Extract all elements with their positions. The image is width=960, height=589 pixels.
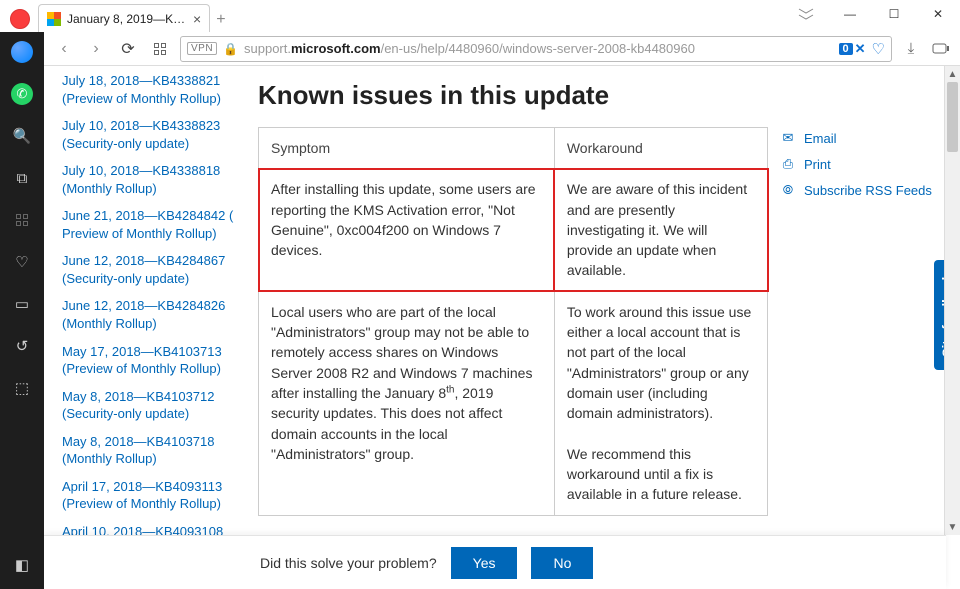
speeddial-icon[interactable] — [8, 206, 36, 234]
col-workaround: Workaround — [554, 128, 767, 169]
microsoft-favicon — [47, 12, 61, 26]
page-heading: Known issues in this update — [258, 80, 946, 111]
tab-title: January 8, 2019—KB4480960 — [67, 12, 187, 26]
reload-button[interactable]: ⟳ — [116, 37, 140, 61]
window-minimize-button[interactable]: ― — [828, 0, 872, 28]
prompt-text: Did this solve your problem? — [260, 555, 437, 571]
sidebar-link[interactable]: July 10, 2018—KB4338818 (Monthly Rollup) — [62, 162, 234, 197]
whatsapp-icon[interactable]: ✆ — [8, 80, 36, 108]
easy-setup-icon[interactable] — [784, 0, 828, 28]
opera-logo[interactable] — [10, 9, 30, 29]
nav-back-button[interactable]: ‹ — [52, 37, 76, 61]
email-icon: ✉ — [780, 130, 796, 146]
article-main: Known issues in this update Symptom Work… — [244, 66, 960, 589]
feedback-prompt-bar: Did this solve your problem? Yes No — [44, 535, 946, 589]
url-text: support.microsoft.com/en-us/help/4480960… — [244, 41, 833, 56]
scroll-up-arrow[interactable]: ▲ — [945, 66, 960, 82]
cell-symptom: Local users who are part of the local "A… — [259, 291, 555, 515]
downloads-icon[interactable]: ⤓ — [900, 38, 922, 60]
print-icon: ⎙ — [780, 156, 796, 172]
window-maximize-button[interactable]: ☐ — [872, 0, 916, 28]
rss-icon: ⦾ — [780, 182, 796, 198]
sidebar-toggle-icon[interactable]: ◧ — [8, 551, 36, 579]
extensions-icon[interactable]: ⬚ — [8, 374, 36, 402]
opera-sidebar: ✆ 🔍 ⧉ ♡ ▭ ↺ ⬚ ◧ — [0, 32, 44, 589]
scroll-down-arrow[interactable]: ▼ — [945, 519, 960, 535]
table-row: After installing this update, some users… — [259, 169, 768, 291]
news-icon[interactable]: ▭ — [8, 290, 36, 318]
window-close-button[interactable]: ✕ — [916, 0, 960, 28]
known-issues-table: Symptom Workaround After installing this… — [258, 127, 768, 516]
cell-workaround: We are aware of this incident and are pr… — [554, 169, 767, 291]
messenger-icon[interactable] — [8, 38, 36, 66]
search-icon[interactable]: 🔍 — [8, 122, 36, 150]
article-sidebar: July 18, 2018—KB4338821 (Preview of Mont… — [44, 66, 244, 589]
prompt-no-button[interactable]: No — [531, 547, 593, 579]
browser-tab[interactable]: January 8, 2019—KB4480960 × — [38, 4, 210, 32]
snapshot-icon[interactable]: ⧉ — [8, 164, 36, 192]
sidebar-link[interactable]: June 12, 2018—KB4284826 (Monthly Rollup) — [62, 297, 234, 332]
tab-close-button[interactable]: × — [193, 12, 201, 26]
table-row: Local users who are part of the local "A… — [259, 291, 768, 515]
sidebar-link[interactable]: May 17, 2018—KB4103713 (Preview of Month… — [62, 343, 234, 378]
lock-icon[interactable]: 🔒 — [223, 42, 238, 56]
window-titlebar: January 8, 2019—KB4480960 × + ― ☐ ✕ — [0, 0, 960, 32]
address-bar-row: ‹ › ⟳ VPN 🔒 support.microsoft.com/en-us/… — [44, 32, 960, 66]
sidebar-link[interactable]: June 21, 2018—KB4284842 ( Preview of Mon… — [62, 207, 234, 242]
sidebar-link[interactable]: June 12, 2018—KB4284867 (Security-only u… — [62, 252, 234, 287]
battery-saver-icon[interactable] — [930, 38, 952, 60]
speed-dial-button[interactable] — [148, 37, 172, 61]
prompt-yes-button[interactable]: Yes — [451, 547, 518, 579]
page-content: July 18, 2018—KB4338821 (Preview of Mont… — [44, 66, 960, 589]
vertical-scrollbar[interactable]: ▲ ▼ — [944, 66, 960, 535]
sidebar-link[interactable]: May 8, 2018—KB4103718 (Monthly Rollup) — [62, 433, 234, 468]
vpn-badge[interactable]: VPN — [187, 42, 217, 55]
scroll-thumb[interactable] — [947, 82, 958, 152]
nav-forward-button[interactable]: › — [84, 37, 108, 61]
sidebar-link[interactable]: July 18, 2018—KB4338821 (Preview of Mont… — [62, 72, 234, 107]
col-symptom: Symptom — [259, 128, 555, 169]
bookmark-heart-icon[interactable]: ♡ — [872, 40, 885, 58]
sidebar-link[interactable]: May 8, 2018—KB4103712 (Security-only upd… — [62, 388, 234, 423]
article-actions: ✉Email ⎙Print ⦾Subscribe RSS Feeds — [780, 130, 932, 208]
rss-action[interactable]: ⦾Subscribe RSS Feeds — [780, 182, 932, 198]
email-action[interactable]: ✉Email — [780, 130, 932, 146]
cell-symptom: After installing this update, some users… — [259, 169, 555, 291]
bookmarks-heart-icon[interactable]: ♡ — [8, 248, 36, 276]
address-bar[interactable]: VPN 🔒 support.microsoft.com/en-us/help/4… — [180, 36, 892, 62]
cell-workaround: To work around this issue use either a l… — [554, 291, 767, 515]
adblock-badge[interactable]: 0✕ — [839, 41, 866, 57]
sidebar-link[interactable]: April 17, 2018—KB4093113 (Preview of Mon… — [62, 478, 234, 513]
sidebar-link[interactable]: July 10, 2018—KB4338823 (Security-only u… — [62, 117, 234, 152]
print-action[interactable]: ⎙Print — [780, 156, 932, 172]
history-icon[interactable]: ↺ — [8, 332, 36, 360]
new-tab-button[interactable]: + — [216, 11, 225, 29]
